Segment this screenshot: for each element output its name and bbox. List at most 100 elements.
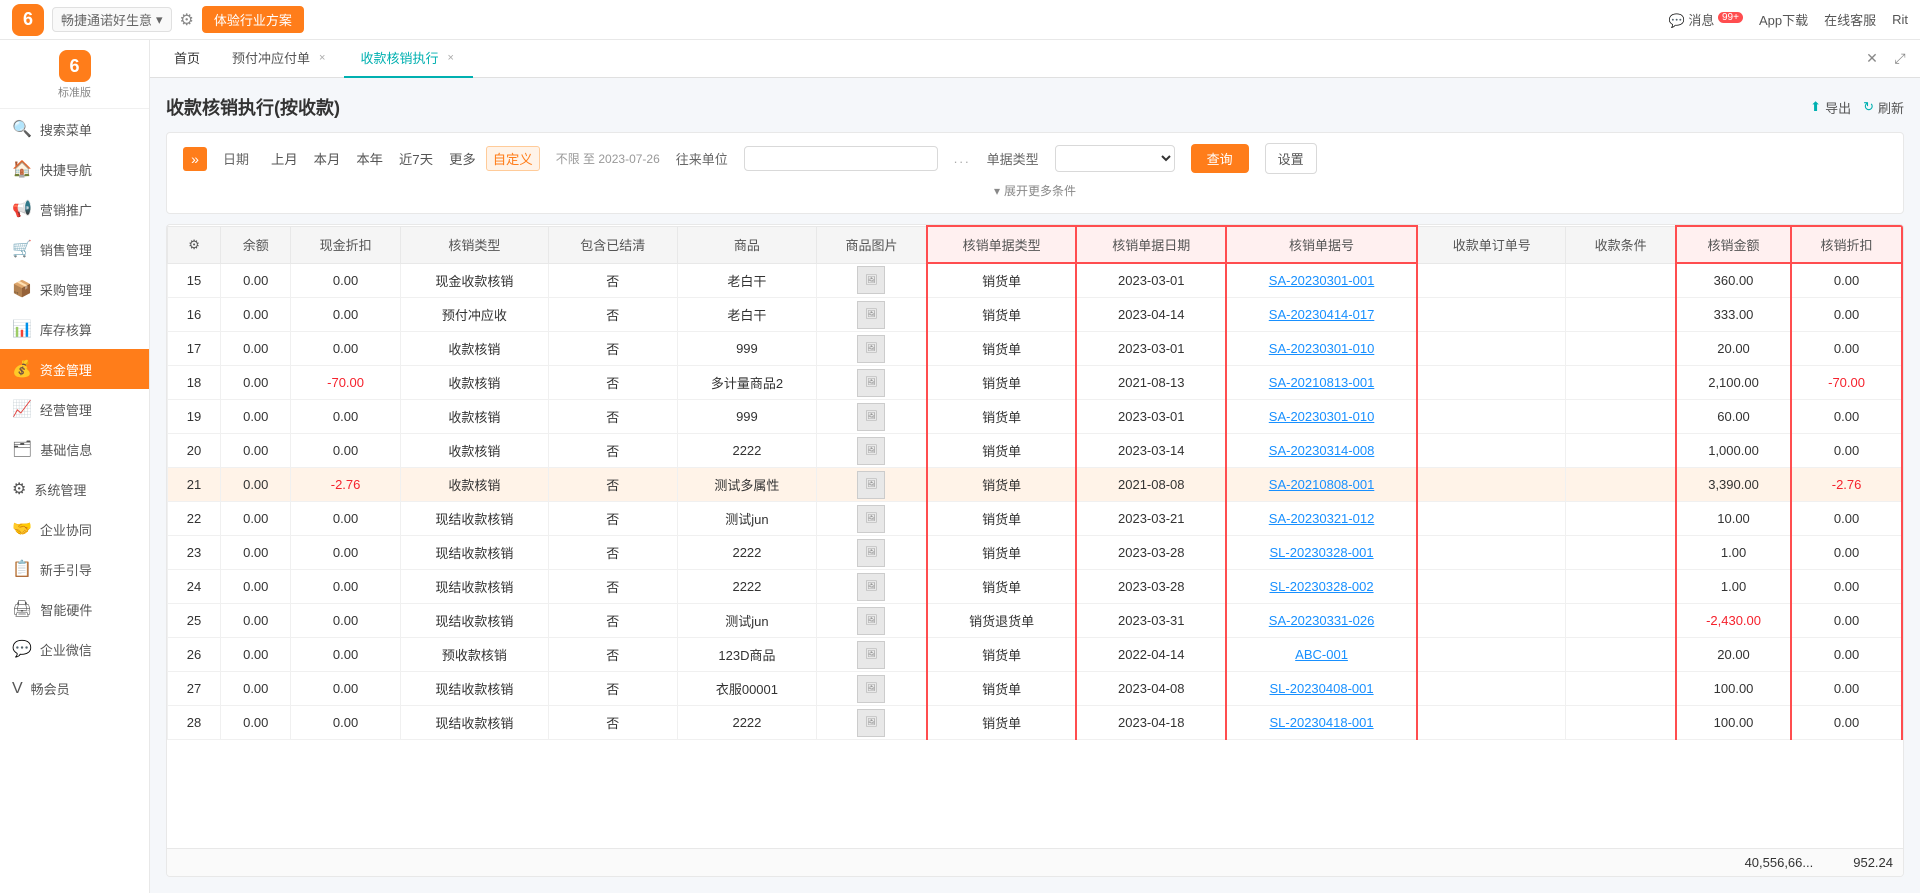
goods-image-cell: 🖼 — [817, 706, 927, 740]
row-cancel-bill-no[interactable]: SA-20230301-010 — [1226, 400, 1417, 434]
row-cancel-bill-no[interactable]: SA-20230331-026 — [1226, 604, 1417, 638]
sidebar-item-hardware[interactable]: 🖨 智能硬件 — [0, 589, 149, 629]
row-cancel-bill-no[interactable]: SA-20230301-010 — [1226, 332, 1417, 366]
filter-settings-btn[interactable]: 设置 — [1265, 143, 1317, 174]
row-cancel-bill-no[interactable]: SA-20230414-017 — [1226, 298, 1417, 332]
row-cancel-type: 预收款核销 — [400, 638, 548, 672]
row-cancel-amount: 100.00 — [1676, 672, 1791, 706]
table-row: 16 0.00 0.00 预付冲应收 否 老白干 🖼 销货单 2023-04-1… — [168, 298, 1903, 332]
tab-prepay-label: 预付冲应付单 — [232, 48, 310, 67]
sidebar-item-finance[interactable]: 💰 资金管理 — [0, 349, 149, 389]
sidebar-item-search[interactable]: 🔍 搜索菜单 — [0, 109, 149, 149]
row-balance: 0.00 — [221, 638, 291, 672]
refresh-btn[interactable]: ↻ 刷新 — [1863, 98, 1904, 117]
sidebar-item-wechat[interactable]: 💬 企业微信 — [0, 629, 149, 669]
row-receipt-order-no — [1417, 400, 1566, 434]
row-goods: 测试jun — [677, 502, 817, 536]
date-btn-7days[interactable]: 近7天 — [393, 147, 439, 170]
row-cash-discount: 0.00 — [291, 332, 400, 366]
sidebar-item-inventory[interactable]: 📊 库存核算 — [0, 309, 149, 349]
row-cash-discount: 0.00 — [291, 604, 400, 638]
row-cancel-type: 现金收款核销 — [400, 263, 548, 298]
company-selector[interactable]: 畅捷通诺好生意 ▾ — [52, 7, 172, 32]
row-goods: 2222 — [677, 706, 817, 740]
row-id: 15 — [168, 263, 221, 298]
row-id: 17 — [168, 332, 221, 366]
sidebar-item-sales[interactable]: 🛒 销售管理 — [0, 229, 149, 269]
row-cancel-amount: 60.00 — [1676, 400, 1791, 434]
sidebar-item-purchase[interactable]: 📦 采购管理 — [0, 269, 149, 309]
tab-receipts[interactable]: 收款核销执行 × — [344, 40, 472, 78]
online-service-btn[interactable]: 在线客服 — [1824, 10, 1876, 29]
table-row: 17 0.00 0.00 收款核销 否 999 🖼 销货单 2023-03-01… — [168, 332, 1903, 366]
row-cancel-bill-no[interactable]: SA-20230301-001 — [1226, 263, 1417, 298]
row-include-cleared: 否 — [548, 332, 677, 366]
sidebar-item-basic[interactable]: 🗂 基础信息 — [0, 429, 149, 469]
gear-icon[interactable]: ⚙ — [180, 10, 194, 30]
date-btn-more[interactable]: 更多 — [443, 147, 482, 170]
row-id: 19 — [168, 400, 221, 434]
data-table: ⚙ 余额 现金折扣 核销类型 包含已结清 商品 商品图片 核销单据类型 核销单据… — [167, 225, 1903, 740]
row-cancel-bill-no[interactable]: SL-20230328-001 — [1226, 536, 1417, 570]
row-cancel-amount: 1,000.00 — [1676, 434, 1791, 468]
row-include-cleared: 否 — [548, 366, 677, 400]
tab-prepay-close[interactable]: × — [316, 51, 328, 65]
sidebar-item-enterprise[interactable]: 🤝 企业协同 — [0, 509, 149, 549]
expand-conditions-btn[interactable]: ▾ 展开更多条件 — [183, 182, 1887, 199]
app-download-btn[interactable]: App下载 — [1759, 10, 1808, 29]
row-cancel-amount: 2,100.00 — [1676, 366, 1791, 400]
close-window-btn[interactable]: ✕ — [1860, 47, 1884, 71]
row-receipt-order-no — [1417, 502, 1566, 536]
row-cancel-bill-no[interactable]: SA-20230321-012 — [1226, 502, 1417, 536]
search-btn[interactable]: 查询 — [1191, 144, 1249, 173]
table-row: 15 0.00 0.00 现金收款核销 否 老白干 🖼 销货单 2023-03-… — [168, 263, 1903, 298]
bill-type-select[interactable] — [1055, 145, 1175, 172]
row-cancel-amount: 360.00 — [1676, 263, 1791, 298]
row-cancel-amount: 20.00 — [1676, 638, 1791, 672]
row-cancel-bill-no[interactable]: SA-20230314-008 — [1226, 434, 1417, 468]
row-cancel-type: 收款核销 — [400, 400, 548, 434]
row-goods: 老白干 — [677, 298, 817, 332]
row-id: 16 — [168, 298, 221, 332]
row-cancel-bill-no[interactable]: SL-20230418-001 — [1226, 706, 1417, 740]
row-receipt-condition — [1566, 604, 1676, 638]
goods-image-cell: 🖼 — [817, 332, 927, 366]
sidebar-item-guide[interactable]: 📋 新手引导 — [0, 549, 149, 589]
industry-btn[interactable]: 体验行业方案 — [202, 6, 304, 33]
sidebar-item-marketing[interactable]: 📢 营销推广 — [0, 189, 149, 229]
maximize-btn[interactable]: ⤢ — [1888, 47, 1912, 71]
date-btn-last-month[interactable]: 上月 — [265, 147, 304, 170]
sidebar-item-system[interactable]: ⚙ 系统管理 — [0, 469, 149, 509]
row-cancel-bill-type: 销货单 — [927, 332, 1077, 366]
row-include-cleared: 否 — [548, 298, 677, 332]
from-unit-input[interactable] — [744, 146, 938, 171]
date-btn-this-month[interactable]: 本月 — [308, 147, 347, 170]
filter-collapse-btn[interactable]: » — [183, 147, 207, 171]
row-cancel-discount: 0.00 — [1791, 434, 1902, 468]
sidebar-item-label: 库存核算 — [40, 320, 92, 339]
row-balance: 0.00 — [221, 502, 291, 536]
tab-home[interactable]: 首页 — [158, 40, 216, 78]
row-cancel-bill-no[interactable]: SL-20230328-002 — [1226, 570, 1417, 604]
messages-btn[interactable]: 💬 消息 99+ — [1669, 10, 1743, 29]
export-btn[interactable]: ⬆ 导出 — [1810, 98, 1851, 117]
sidebar-item-vip[interactable]: V 畅会员 — [0, 669, 149, 708]
sidebar-item-label: 采购管理 — [40, 280, 92, 299]
row-cancel-bill-no[interactable]: SL-20230408-001 — [1226, 672, 1417, 706]
row-id: 28 — [168, 706, 221, 740]
th-settings[interactable]: ⚙ — [168, 226, 221, 263]
sidebar-item-business[interactable]: 📈 经营管理 — [0, 389, 149, 429]
sidebar-item-label: 资金管理 — [40, 360, 92, 379]
tab-prepay[interactable]: 预付冲应付单 × — [216, 40, 344, 78]
row-cash-discount: 0.00 — [291, 570, 400, 604]
row-cancel-bill-no[interactable]: ABC-001 — [1226, 638, 1417, 672]
table-row: 28 0.00 0.00 现结收款核销 否 2222 🖼 销货单 2023-04… — [168, 706, 1903, 740]
row-cancel-bill-no[interactable]: SA-20210813-001 — [1226, 366, 1417, 400]
table-scroll[interactable]: ⚙ 余额 现金折扣 核销类型 包含已结清 商品 商品图片 核销单据类型 核销单据… — [167, 225, 1903, 848]
goods-image-cell: 🖼 — [817, 468, 927, 502]
tab-receipts-close[interactable]: × — [444, 51, 456, 65]
row-cancel-bill-no[interactable]: SA-20210808-001 — [1226, 468, 1417, 502]
date-btn-this-year[interactable]: 本年 — [350, 147, 389, 170]
date-btn-custom[interactable]: 自定义 — [486, 146, 540, 171]
sidebar-item-shortcut[interactable]: 🏠 快捷导航 — [0, 149, 149, 189]
